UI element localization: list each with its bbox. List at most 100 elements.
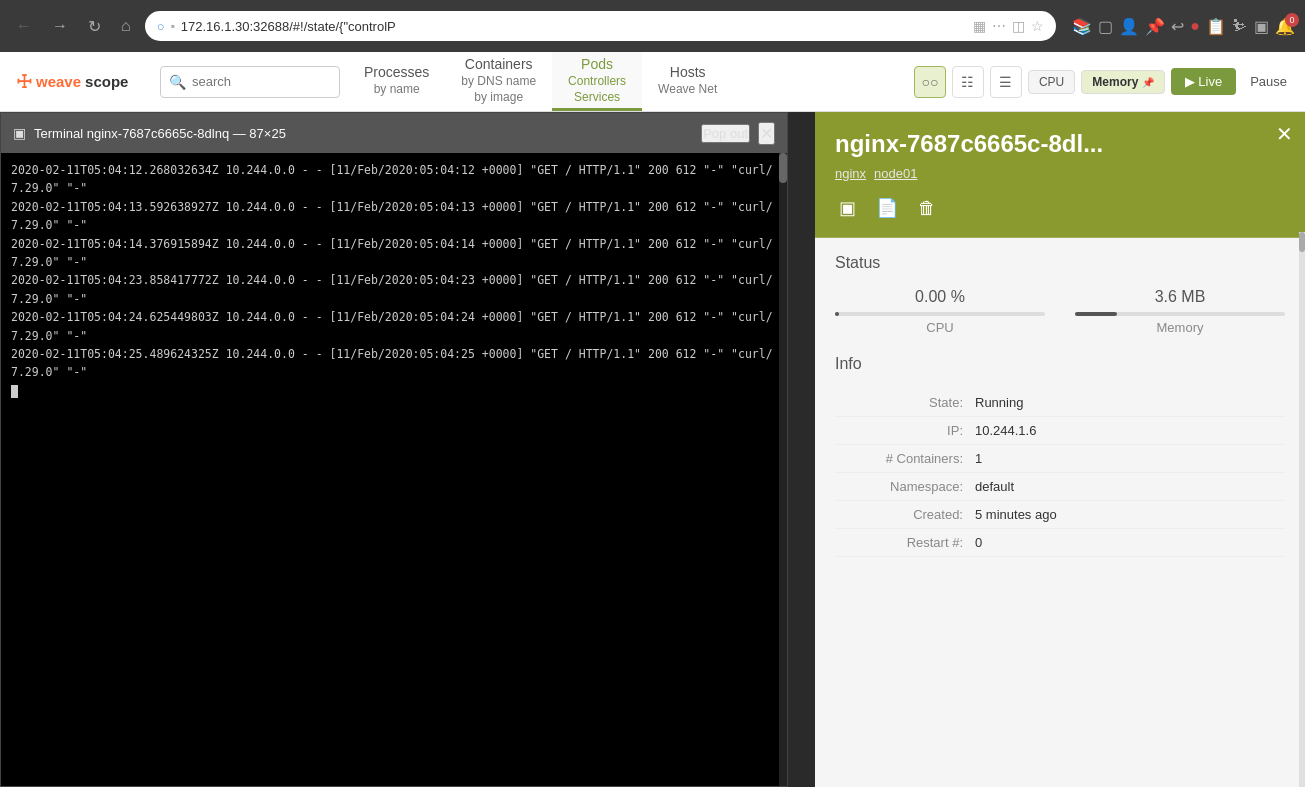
back-button[interactable]: ← <box>10 13 38 39</box>
terminal-popout-button[interactable]: Pop out <box>701 124 750 143</box>
info-key: Namespace: <box>835 479 975 494</box>
memory-bar-fill <box>1075 312 1117 316</box>
forward-button[interactable]: → <box>46 13 74 39</box>
info-key: # Containers: <box>835 451 975 466</box>
app-header: ☩ weavescope 🔍 Processes by name Contain… <box>0 52 1305 112</box>
grid-view-button[interactable]: ☷ <box>952 66 984 98</box>
side-panel: ✕ nginx-7687c6665c-8dl... nginx node01 ▣… <box>815 112 1305 787</box>
pod-terminal-button[interactable]: ▣ <box>835 193 860 223</box>
logo-scope: scope <box>85 73 128 90</box>
pod-tag-nginx[interactable]: nginx <box>835 166 866 181</box>
graph-view-button[interactable]: ○○ <box>914 66 946 98</box>
nav-pods-sub1: Controllers <box>568 74 626 88</box>
main-content: 19 Sh Sh ▣ Terminal nginx-7687c6665c-8dl… <box>0 112 1305 787</box>
graph-icon: ○○ <box>921 74 938 90</box>
live-button[interactable]: ▶ Live <box>1171 68 1236 95</box>
side-panel-scroll-thumb[interactable] <box>1299 232 1305 252</box>
info-value: 10.244.1.6 <box>975 423 1036 438</box>
status-section-title: Status <box>835 254 1285 272</box>
pod-delete-button[interactable]: 🗑 <box>914 193 940 223</box>
info-section-title: Info <box>835 355 1285 373</box>
reader-icon[interactable]: ▢ <box>1098 17 1113 36</box>
search-icon: 🔍 <box>169 74 186 90</box>
home-button[interactable]: ⌂ <box>115 13 137 39</box>
site-icon: ▪ <box>171 19 175 33</box>
url-text: 172.16.1.30:32688/#!/state/{"controlP <box>181 19 968 34</box>
pin-icon: 📌 <box>1142 77 1154 88</box>
search-input[interactable] <box>192 74 312 89</box>
pod-tag-node01[interactable]: node01 <box>874 166 917 181</box>
pause-button[interactable]: Pause <box>1242 68 1295 95</box>
notification-icon[interactable]: 🔔0 <box>1275 17 1295 36</box>
nav-hosts-label: Hosts <box>670 64 706 80</box>
header-right: ○○ ☷ ☰ CPU Memory 📌 ▶ Live Pause <box>904 52 1305 111</box>
side-panel-body: Status 0.00 % CPU 3.6 MB Mem <box>815 238 1305 787</box>
terminal-title: Terminal nginx-7687c6665c-8dlnq — 87×25 <box>34 126 693 141</box>
cpu-bar-fill <box>835 312 839 316</box>
info-row: State: Running <box>835 389 1285 417</box>
memory-bar <box>1075 312 1285 316</box>
logo-weave: weave <box>36 73 81 90</box>
nav-processes-sub: by name <box>374 82 420 96</box>
memory-label: Memory <box>1092 75 1138 89</box>
cpu-button[interactable]: CPU <box>1028 70 1075 94</box>
info-row: Created: 5 minutes ago <box>835 501 1285 529</box>
pod-title: nginx-7687c6665c-8dl... <box>835 130 1285 158</box>
logo-icon: ☩ <box>16 71 32 93</box>
cpu-value: 0.00 % <box>915 288 965 306</box>
addon-red-icon[interactable]: ● <box>1190 17 1200 36</box>
nav-item-hosts[interactable]: Hosts Weave Net <box>642 52 733 111</box>
logo: ☩ weavescope <box>0 52 160 111</box>
info-rows: State: Running IP: 10.244.1.6 # Containe… <box>835 389 1285 557</box>
star-icon[interactable]: ☆ <box>1031 18 1044 34</box>
memory-button[interactable]: Memory 📌 <box>1081 70 1164 94</box>
terminal-scrollbar-thumb[interactable] <box>779 153 787 183</box>
info-row: Namespace: default <box>835 473 1285 501</box>
nav-item-pods[interactable]: Pods Controllers Services <box>552 52 642 111</box>
nav-pods-label: Pods <box>581 56 613 72</box>
terminal-close-button[interactable]: ✕ <box>758 122 775 145</box>
terminal-cursor <box>11 385 18 398</box>
browser-chrome: ← → ↻ ⌂ ○ ▪ 172.16.1.30:32688/#!/state/{… <box>0 0 1305 52</box>
screenshot-icon[interactable]: 📌 <box>1145 17 1165 36</box>
screen-icon[interactable]: ◫ <box>1012 18 1025 34</box>
refresh-button[interactable]: ↻ <box>82 13 107 40</box>
terminal-icon: ▣ <box>13 125 26 141</box>
cpu-label: CPU <box>926 320 953 335</box>
clipboard-icon[interactable]: 📋 <box>1206 17 1226 36</box>
table-view-button[interactable]: ☰ <box>990 66 1022 98</box>
info-key: State: <box>835 395 975 410</box>
metrics-row: 0.00 % CPU 3.6 MB Memory <box>835 288 1285 335</box>
nav-item-containers[interactable]: Containers by DNS name by image <box>445 52 552 111</box>
undo-icon[interactable]: ↩ <box>1171 17 1184 36</box>
terminal-scrollbar[interactable] <box>779 153 787 786</box>
terminal-body[interactable]: 2020-02-11T05:04:12.268032634Z 10.244.0.… <box>1 153 787 786</box>
info-row: Restart #: 0 <box>835 529 1285 557</box>
qr-icon[interactable]: ▦ <box>973 18 986 34</box>
more-icon[interactable]: ⋯ <box>992 18 1006 34</box>
account-icon[interactable]: 👤 <box>1119 17 1139 36</box>
nav-processes-label: Processes <box>364 64 429 80</box>
info-row: # Containers: 1 <box>835 445 1285 473</box>
bookmarks-icon[interactable]: 📚 <box>1072 17 1092 36</box>
puzzle-icon[interactable]: ⛷ <box>1232 17 1248 36</box>
cpu-bar <box>835 312 1045 316</box>
memory-label: Memory <box>1157 320 1204 335</box>
side-panel-scrollbar[interactable] <box>1299 232 1305 787</box>
windows-icon[interactable]: ▣ <box>1254 17 1269 36</box>
nav-pods-sub2: Services <box>574 90 620 104</box>
search-box: 🔍 <box>160 66 340 98</box>
side-panel-close-button[interactable]: ✕ <box>1276 122 1293 146</box>
terminal-window: ▣ Terminal nginx-7687c6665c-8dlnq — 87×2… <box>0 112 788 787</box>
nav-item-processes[interactable]: Processes by name <box>348 52 445 111</box>
pod-actions: ▣ 📄 🗑 <box>835 193 1285 223</box>
terminal-output: 2020-02-11T05:04:12.268032634Z 10.244.0.… <box>11 161 777 382</box>
info-value: 5 minutes ago <box>975 507 1057 522</box>
pod-doc-button[interactable]: 📄 <box>872 193 902 223</box>
info-row: IP: 10.244.1.6 <box>835 417 1285 445</box>
address-bar[interactable]: ○ ▪ 172.16.1.30:32688/#!/state/{"control… <box>145 11 1057 41</box>
cpu-metric: 0.00 % CPU <box>835 288 1045 335</box>
info-value: 0 <box>975 535 982 550</box>
info-key: Created: <box>835 507 975 522</box>
nav-containers-sub2: by image <box>474 90 523 104</box>
